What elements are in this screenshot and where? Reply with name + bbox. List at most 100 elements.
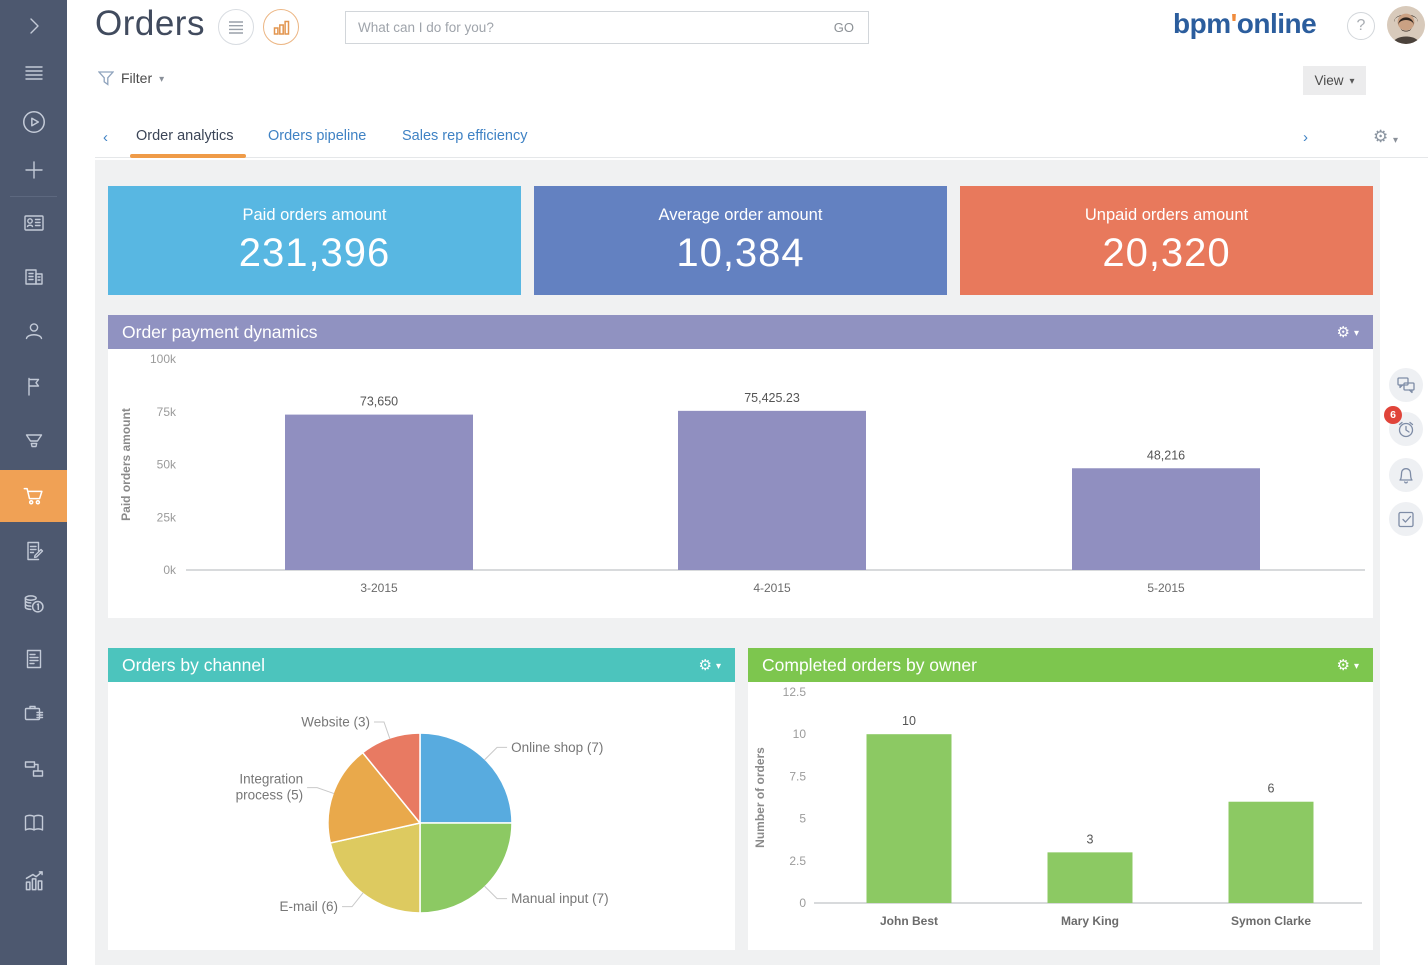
sidebar-item-add[interactable] bbox=[0, 144, 67, 196]
svg-text:100k: 100k bbox=[150, 352, 177, 366]
accounts-structure-icon bbox=[23, 215, 44, 231]
kpi-unpaid-orders-amount: Unpaid orders amount 20,320 bbox=[960, 186, 1373, 295]
active-tab-underline bbox=[130, 154, 246, 158]
kpi-paid-orders-amount: Paid orders amount 231,396 bbox=[108, 186, 521, 295]
sidebar-item-expand[interactable] bbox=[0, 0, 67, 52]
chart-icon bbox=[25, 871, 43, 891]
tabs-settings-gear[interactable]: ⚙ ▾ bbox=[1373, 127, 1398, 147]
play-circle-icon bbox=[22, 111, 45, 133]
svg-text:10: 10 bbox=[902, 714, 916, 728]
svg-text:5-2015: 5-2015 bbox=[1147, 581, 1185, 595]
filter-caret-icon: ▾ bbox=[159, 73, 165, 85]
svg-text:3-2015: 3-2015 bbox=[360, 581, 398, 595]
svg-text:12.5: 12.5 bbox=[783, 685, 807, 699]
notifications-button[interactable] bbox=[1389, 458, 1423, 492]
svg-text:Mary King: Mary King bbox=[1061, 914, 1119, 928]
contact-icon bbox=[25, 323, 42, 340]
panel-title: Orders by channel bbox=[122, 654, 265, 675]
sidebar-item-contracts[interactable] bbox=[0, 525, 67, 577]
main-sidebar bbox=[0, 0, 67, 965]
sidebar-item-menu[interactable] bbox=[0, 47, 67, 99]
svg-text:0: 0 bbox=[799, 896, 806, 910]
funnel-icon bbox=[25, 434, 42, 448]
kpi-value: 10,384 bbox=[676, 230, 805, 275]
document-edit-icon bbox=[26, 541, 43, 561]
dashboard-area: Paid orders amount 231,396 Average order… bbox=[95, 160, 1380, 965]
sidebar-item-leads[interactable] bbox=[0, 415, 67, 467]
help-button[interactable]: ? bbox=[1347, 12, 1375, 40]
kpi-label: Unpaid orders amount bbox=[1084, 205, 1249, 224]
svg-text:Number of orders: Number of orders bbox=[753, 747, 767, 848]
dashboard-tabs: ‹ Order analytics Orders pipeline Sales … bbox=[95, 125, 1428, 158]
tasks-button[interactable] bbox=[1389, 502, 1423, 536]
svg-text:E-mail (6): E-mail (6) bbox=[280, 899, 339, 914]
book-icon bbox=[24, 814, 43, 831]
search-input[interactable] bbox=[346, 20, 820, 35]
go-button[interactable]: GO bbox=[820, 20, 868, 35]
svg-text:3: 3 bbox=[1087, 832, 1094, 846]
svg-text:25k: 25k bbox=[157, 510, 177, 524]
panel-settings-gear[interactable]: ⚙ ▾ bbox=[1337, 656, 1359, 674]
view-caret-icon: ▾ bbox=[1349, 76, 1355, 87]
svg-text:10: 10 bbox=[793, 727, 807, 741]
cart-icon bbox=[23, 487, 43, 505]
sidebar-item-accounts[interactable] bbox=[0, 251, 67, 303]
svg-text:Paid orders amount: Paid orders amount bbox=[119, 408, 133, 521]
panel-title: Order payment dynamics bbox=[122, 321, 318, 342]
svg-text:75,425.23: 75,425.23 bbox=[744, 391, 800, 405]
tabs-scroll-right[interactable]: › bbox=[1303, 129, 1308, 146]
panel-order-payment-dynamics: Order payment dynamics ⚙ ▾ 0k 25k 50k 75k 100… bbox=[108, 315, 1373, 618]
sidebar-item-knowledge-base[interactable] bbox=[0, 797, 67, 849]
tabs-scroll-left[interactable]: ‹ bbox=[103, 129, 108, 146]
svg-text:5: 5 bbox=[799, 812, 806, 826]
avatar-photo bbox=[1387, 6, 1425, 44]
svg-text:John Best: John Best bbox=[880, 914, 938, 928]
tab-sales-rep-efficiency[interactable]: Sales rep efficiency bbox=[402, 128, 527, 144]
panel-settings-gear[interactable]: ⚙ ▾ bbox=[1337, 323, 1359, 341]
tab-order-analytics[interactable]: Order analytics bbox=[136, 128, 234, 144]
panel-orders-by-channel: Orders by channel ⚙ ▾ Online shop (7) Manu… bbox=[108, 648, 735, 950]
analytics-view-icon bbox=[273, 20, 289, 35]
process-flow-icon bbox=[24, 761, 43, 777]
svg-text:75k: 75k bbox=[157, 405, 177, 419]
sidebar-item-contacts[interactable] bbox=[0, 305, 67, 357]
tab-orders-pipeline[interactable]: Orders pipeline bbox=[268, 128, 366, 144]
panel-title: Completed orders by owner bbox=[762, 654, 977, 675]
list-view-toggle-button[interactable] bbox=[218, 9, 254, 45]
analytics-view-toggle-button[interactable] bbox=[263, 9, 299, 45]
svg-text:48,216: 48,216 bbox=[1147, 448, 1185, 462]
kpi-label: Average order amount bbox=[658, 205, 823, 224]
accounts-icon bbox=[24, 269, 43, 285]
sidebar-item-run-process[interactable] bbox=[0, 96, 67, 148]
logo-part2: online bbox=[1236, 8, 1317, 39]
sidebar-item-activities[interactable] bbox=[0, 361, 67, 413]
view-button[interactable]: View ▾ bbox=[1303, 66, 1366, 95]
view-label: View bbox=[1314, 73, 1344, 88]
document-icon bbox=[26, 649, 41, 669]
svg-text:Symon Clarke: Symon Clarke bbox=[1231, 914, 1311, 928]
svg-text:50k: 50k bbox=[157, 458, 177, 472]
svg-text:4-2015: 4-2015 bbox=[753, 581, 791, 595]
sidebar-item-invoices[interactable] bbox=[0, 578, 67, 630]
task-check-icon bbox=[1398, 511, 1414, 528]
filter-button[interactable]: Filter ▾ bbox=[98, 70, 164, 86]
messages-button[interactable] bbox=[1389, 368, 1423, 402]
sidebar-item-dashboards[interactable] bbox=[0, 855, 67, 907]
svg-text:Online shop (7): Online shop (7) bbox=[511, 740, 603, 755]
sidebar-item-processes[interactable] bbox=[0, 743, 67, 795]
sidebar-item-documents[interactable] bbox=[0, 633, 67, 685]
svg-text:Integrationprocess (5): Integration process (5) bbox=[236, 772, 304, 803]
completed-orders-by-owner-chart: 0 2.5 5 7.5 10 12.5 Number of orders 10 John Bes… bbox=[753, 685, 1362, 928]
panel-header: Completed orders by owner ⚙ ▾ bbox=[748, 648, 1373, 682]
kpi-value: 231,396 bbox=[238, 230, 391, 275]
sidebar-item-orders[interactable] bbox=[0, 470, 67, 522]
kpi-average-order-amount: Average order amount 10,384 bbox=[534, 186, 947, 295]
panel-header: Order payment dynamics ⚙ ▾ bbox=[108, 315, 1373, 349]
plus-icon bbox=[24, 161, 43, 179]
sidebar-item-projects[interactable] bbox=[0, 687, 67, 739]
panel-header: Orders by channel ⚙ ▾ bbox=[108, 648, 735, 682]
user-avatar[interactable] bbox=[1387, 6, 1425, 44]
panel-settings-gear[interactable]: ⚙ ▾ bbox=[699, 656, 721, 674]
sidebar-item-accounts-structure[interactable] bbox=[0, 197, 67, 249]
svg-text:Website (3): Website (3) bbox=[301, 715, 370, 730]
